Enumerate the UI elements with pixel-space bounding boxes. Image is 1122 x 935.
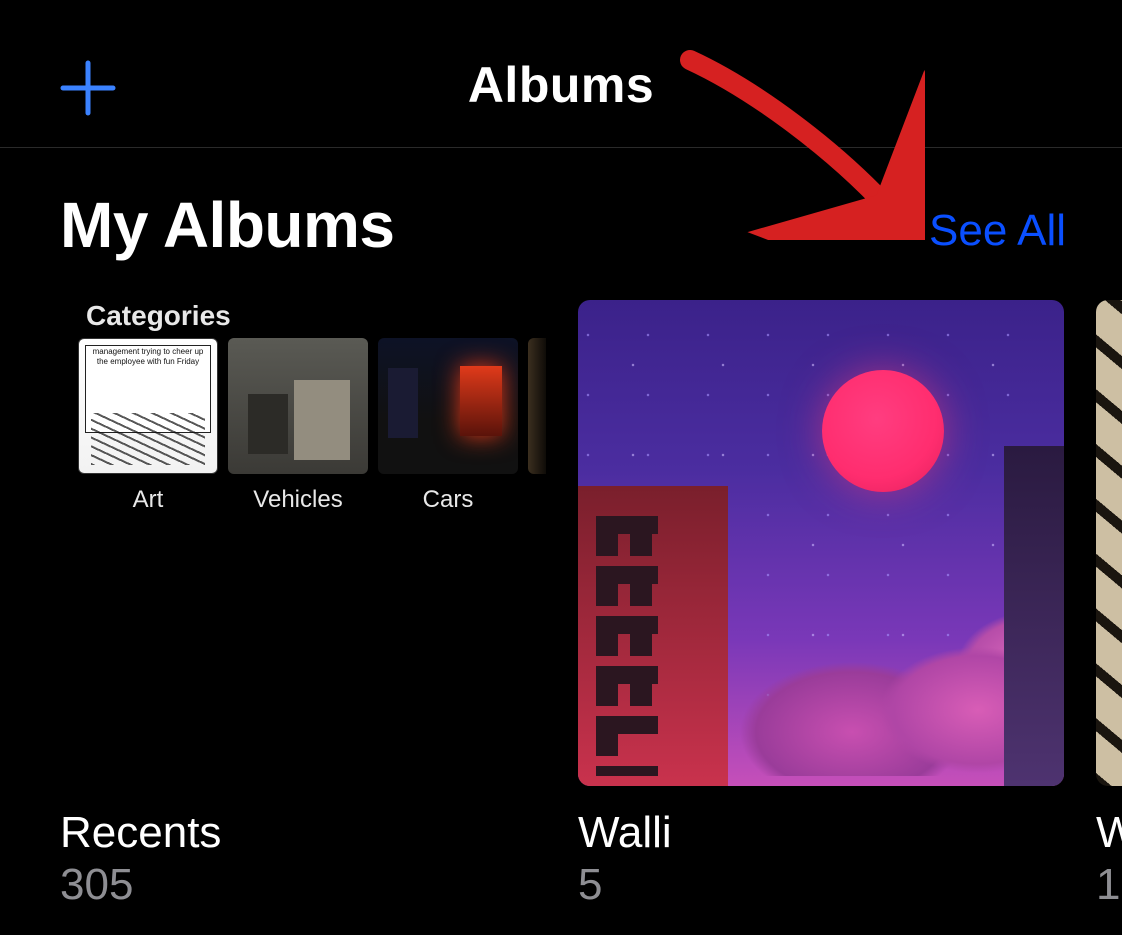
section-header: My Albums See All: [0, 148, 1122, 272]
recents-categories-heading: Categories: [86, 300, 231, 332]
album-cover: [1096, 300, 1122, 786]
albums-row[interactable]: Categories management trying to cheer up…: [0, 272, 1122, 910]
recents-thumbs: management trying to cheer up the employ…: [78, 338, 546, 514]
album-cover: Categories management trying to cheer up…: [60, 300, 546, 786]
navbar: Albums: [0, 0, 1122, 148]
plus-icon: [57, 57, 119, 119]
navbar-title: Albums: [468, 56, 654, 114]
recents-category-cars: Cars: [378, 338, 518, 514]
recents-category-label: Cars: [378, 486, 518, 514]
see-all-button[interactable]: See All: [929, 206, 1066, 262]
recents-category-art: management trying to cheer up the employ…: [78, 338, 218, 514]
album-count: 5: [578, 860, 1064, 910]
recents-category-label: Art: [78, 486, 218, 514]
album-count: 1: [1096, 860, 1122, 910]
cars-thumb: [378, 338, 518, 474]
recents-category-vehicles: Vehicles: [228, 338, 368, 514]
album-count: 305: [60, 860, 546, 910]
recents-category-more: [528, 338, 546, 474]
vehicles-thumb: [228, 338, 368, 474]
album-title: W: [1096, 808, 1122, 858]
recents-category-label: Vehicles: [228, 486, 368, 514]
album-title: Walli: [578, 808, 1064, 858]
album-recents[interactable]: Categories management trying to cheer up…: [60, 300, 546, 910]
album-cover: [578, 300, 1064, 786]
album-partial[interactable]: W 1: [1096, 300, 1122, 910]
art-thumb-caption: management trying to cheer up the employ…: [89, 347, 207, 367]
building-right-decoration: [1004, 446, 1064, 786]
building-left-decoration: [578, 486, 728, 786]
moon-decoration: [822, 370, 944, 492]
add-album-button[interactable]: [48, 48, 128, 128]
album-walli[interactable]: Walli 5: [578, 300, 1064, 910]
album-title: Recents: [60, 808, 546, 858]
section-title: My Albums: [60, 188, 395, 262]
art-thumb: management trying to cheer up the employ…: [78, 338, 218, 474]
